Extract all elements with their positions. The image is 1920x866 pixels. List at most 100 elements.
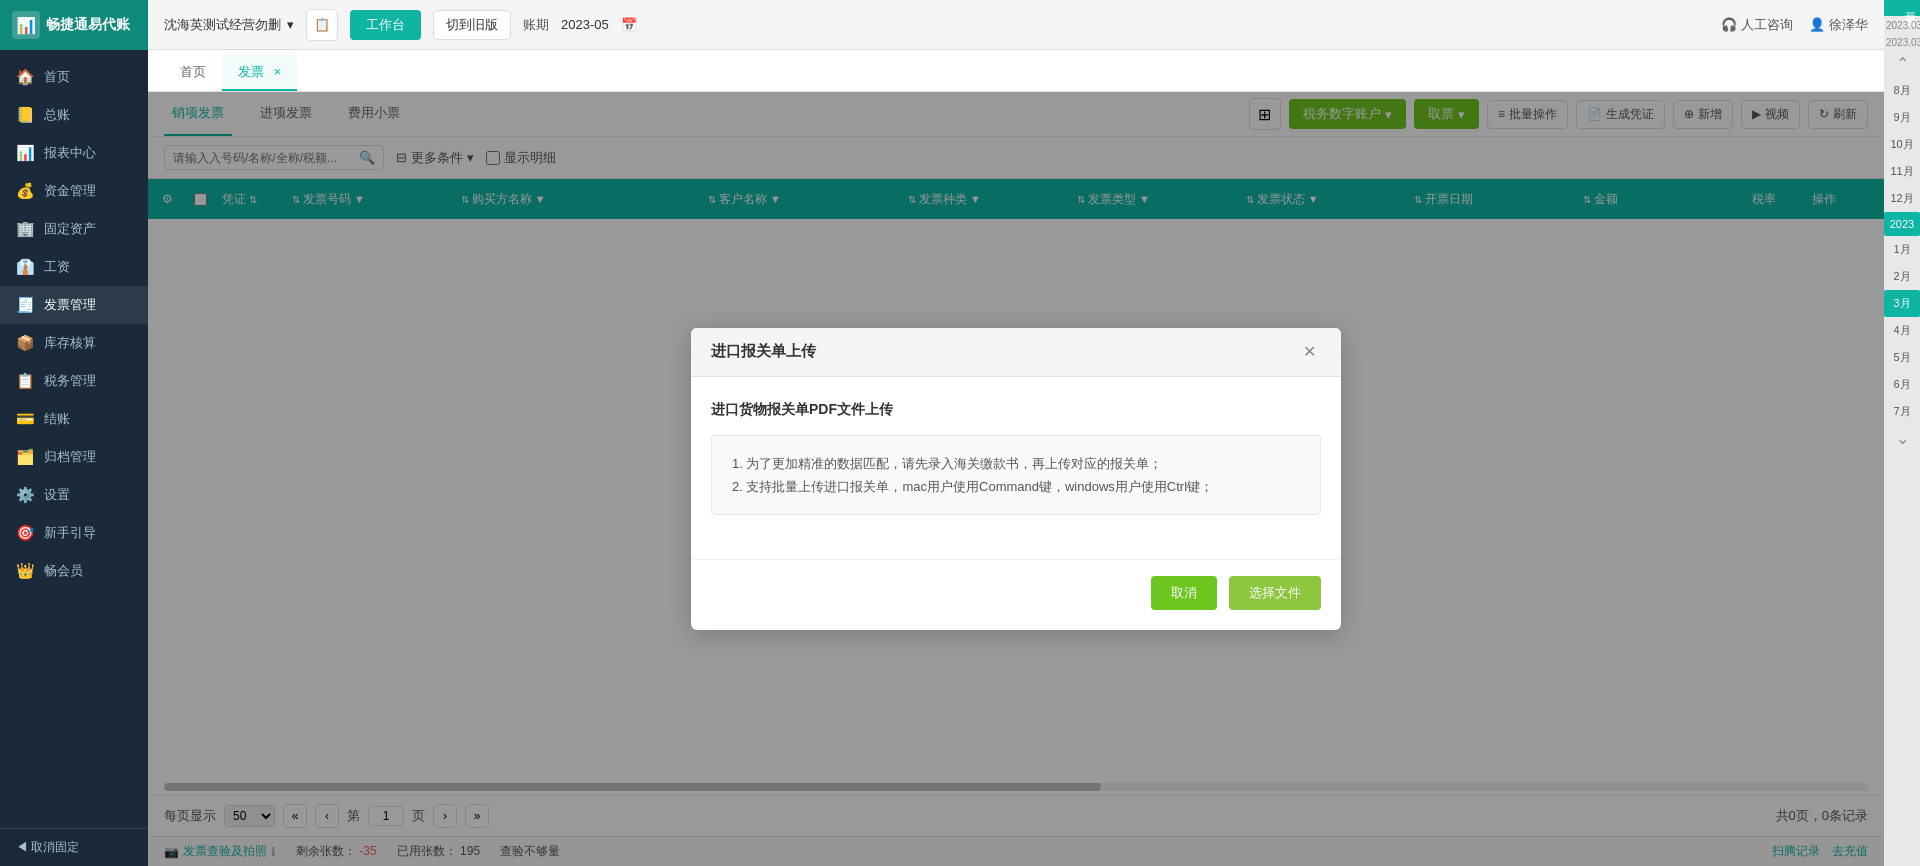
- collapse-sidebar-button[interactable]: ◀ 取消固定: [0, 828, 148, 866]
- sidebar-nav: 🏠 首页 📒 总账 📊 报表中心 💰 资金管理 🏢 固定资产 👔 工资 🧾 发票…: [0, 50, 148, 828]
- tax-icon: 📋: [16, 372, 34, 390]
- import-customs-modal: 进口报关单上传 ✕ 进口货物报关单PDF文件上传 1. 为了更加精准的数据匹配，…: [691, 328, 1341, 631]
- home-icon: 🏠: [16, 68, 34, 86]
- tab-home[interactable]: 首页: [164, 55, 222, 91]
- sidebar-item-member[interactable]: 👑 畅会员: [0, 552, 148, 590]
- period-list: ⌃ 8月 9月 10月 11月 12月 2023 1月 2月 3月 4月 5月 …: [1884, 50, 1920, 866]
- open-date-label[interactable]: 开票日期: [1884, 0, 1920, 16]
- period-header1: 2023.03: [1884, 16, 1920, 35]
- period-year-2023[interactable]: 2023: [1884, 212, 1920, 236]
- company-name: 沈海英测试经营勿删: [164, 16, 281, 34]
- sidebar-item-label: 发票管理: [44, 296, 96, 314]
- company-info-button[interactable]: 📋: [306, 9, 338, 41]
- ledger-icon: 📒: [16, 106, 34, 124]
- topbar-right: 🎧 人工咨询 👤 徐泽华: [1721, 16, 1868, 34]
- sidebar-item-label: 总账: [44, 106, 70, 124]
- sidebar: 📊 畅捷通易代账 🏠 首页 📒 总账 📊 报表中心 💰 资金管理 🏢 固定资产 …: [0, 0, 148, 866]
- period-value: 2023-05: [561, 17, 609, 32]
- tab-close-button[interactable]: ×: [274, 64, 282, 79]
- sidebar-item-guide[interactable]: 🎯 新手引导: [0, 514, 148, 552]
- sidebar-item-assets[interactable]: 🏢 固定资产: [0, 210, 148, 248]
- sidebar-item-label: 设置: [44, 486, 70, 504]
- sidebar-item-label: 工资: [44, 258, 70, 276]
- modal-overlay: 进口报关单上传 ✕ 进口货物报关单PDF文件上传 1. 为了更加精准的数据匹配，…: [148, 92, 1884, 866]
- finance-icon: 💰: [16, 182, 34, 200]
- sidebar-item-reports[interactable]: 📊 报表中心: [0, 134, 148, 172]
- calendar-icon[interactable]: 📅: [621, 17, 637, 32]
- company-dropdown-icon: ▾: [287, 17, 294, 32]
- sidebar-item-settings[interactable]: ⚙️ 设置: [0, 476, 148, 514]
- upload-notes: 1. 为了更加精准的数据匹配，请先录入海关缴款书，再上传对应的报关单； 2. 支…: [711, 435, 1321, 516]
- settlement-icon: 💳: [16, 410, 34, 428]
- topbar: 沈海英测试经营勿删 ▾ 📋 工作台 切到旧版 账期 2023-05 📅 🎧 人工…: [148, 0, 1884, 50]
- period-month-1[interactable]: 1月: [1884, 236, 1920, 263]
- sidebar-item-label: 首页: [44, 68, 70, 86]
- archive-icon: 🗂️: [16, 448, 34, 466]
- period-month-5[interactable]: 5月: [1884, 344, 1920, 371]
- modal-header: 进口报关单上传 ✕: [691, 328, 1341, 377]
- reports-icon: 📊: [16, 144, 34, 162]
- assets-icon: 🏢: [16, 220, 34, 238]
- sidebar-item-home[interactable]: 🏠 首页: [0, 58, 148, 96]
- sidebar-item-finance[interactable]: 💰 资金管理: [0, 172, 148, 210]
- period-month-6[interactable]: 6月: [1884, 371, 1920, 398]
- scroll-down-button[interactable]: ⌄: [1884, 425, 1920, 452]
- sidebar-item-settlement[interactable]: 💳 结账: [0, 400, 148, 438]
- period-month-11[interactable]: 11月: [1884, 158, 1920, 185]
- right-panel: 开票日期 2023.03 2023.03 ⌃ 8月 9月 10月 11月 12月…: [1884, 0, 1920, 866]
- inventory-icon: 📦: [16, 334, 34, 352]
- guide-icon: 🎯: [16, 524, 34, 542]
- period-month-3[interactable]: 3月: [1884, 290, 1920, 317]
- tab-invoice: 发票 ×: [222, 55, 297, 91]
- period-month-9[interactable]: 9月: [1884, 104, 1920, 131]
- period-header2: 2023.03: [1884, 35, 1920, 50]
- upload-section-title: 进口货物报关单PDF文件上传: [711, 401, 1321, 419]
- company-selector[interactable]: 沈海英测试经营勿删 ▾: [164, 16, 294, 34]
- logo-icon: 📊: [12, 11, 40, 39]
- period-month-8[interactable]: 8月: [1884, 77, 1920, 104]
- customer-service-button[interactable]: 🎧 人工咨询: [1721, 16, 1793, 34]
- scroll-up-button[interactable]: ⌃: [1884, 50, 1920, 77]
- sidebar-item-tax[interactable]: 📋 税务管理: [0, 362, 148, 400]
- sidebar-item-label: 新手引导: [44, 524, 96, 542]
- collapse-label: ◀ 取消固定: [16, 839, 79, 856]
- settings-icon: ⚙️: [16, 486, 34, 504]
- member-icon: 👑: [16, 562, 34, 580]
- workspace-button[interactable]: 工作台: [350, 10, 421, 40]
- sidebar-item-label: 固定资产: [44, 220, 96, 238]
- headset-icon: 🎧: [1721, 17, 1737, 32]
- sidebar-item-ledger[interactable]: 📒 总账: [0, 96, 148, 134]
- modal-select-file-button[interactable]: 选择文件: [1229, 576, 1321, 610]
- app-name: 畅捷通易代账: [46, 16, 130, 34]
- modal-close-button[interactable]: ✕: [1297, 340, 1321, 364]
- period-month-2[interactable]: 2月: [1884, 263, 1920, 290]
- modal-body: 进口货物报关单PDF文件上传 1. 为了更加精准的数据匹配，请先录入海关缴款书，…: [691, 377, 1341, 560]
- username: 徐泽华: [1829, 16, 1868, 34]
- sidebar-item-label: 归档管理: [44, 448, 96, 466]
- sidebar-item-salary[interactable]: 👔 工资: [0, 248, 148, 286]
- period-month-12[interactable]: 12月: [1884, 185, 1920, 212]
- period-month-4[interactable]: 4月: [1884, 317, 1920, 344]
- period-month-7[interactable]: 7月: [1884, 398, 1920, 425]
- sidebar-item-archive[interactable]: 🗂️ 归档管理: [0, 438, 148, 476]
- period-label: 账期: [523, 16, 549, 34]
- sidebar-item-label: 资金管理: [44, 182, 96, 200]
- modal-cancel-button[interactable]: 取消: [1151, 576, 1217, 610]
- sidebar-item-inventory[interactable]: 📦 库存核算: [0, 324, 148, 362]
- modal-footer: 取消 选择文件: [691, 559, 1341, 630]
- sidebar-item-label: 结账: [44, 410, 70, 428]
- main-area: 沈海英测试经营勿删 ▾ 📋 工作台 切到旧版 账期 2023-05 📅 🎧 人工…: [148, 0, 1884, 866]
- modal-title: 进口报关单上传: [711, 342, 816, 361]
- sidebar-item-invoice[interactable]: 🧾 发票管理: [0, 286, 148, 324]
- breadcrumb-tabs: 首页 发票 ×: [148, 50, 1884, 92]
- period-month-10[interactable]: 10月: [1884, 131, 1920, 158]
- upload-note-1: 1. 为了更加精准的数据匹配，请先录入海关缴款书，再上传对应的报关单；: [732, 452, 1300, 475]
- sidebar-item-label: 库存核算: [44, 334, 96, 352]
- user-avatar-button[interactable]: 👤 徐泽华: [1809, 16, 1868, 34]
- sidebar-item-label: 报表中心: [44, 144, 96, 162]
- sidebar-item-label: 税务管理: [44, 372, 96, 390]
- old-version-button[interactable]: 切到旧版: [433, 10, 511, 40]
- upload-note-2: 2. 支持批量上传进口报关单，mac用户使用Command键，windows用户…: [732, 475, 1300, 498]
- tab-invoice-label: 发票: [238, 64, 264, 79]
- salary-icon: 👔: [16, 258, 34, 276]
